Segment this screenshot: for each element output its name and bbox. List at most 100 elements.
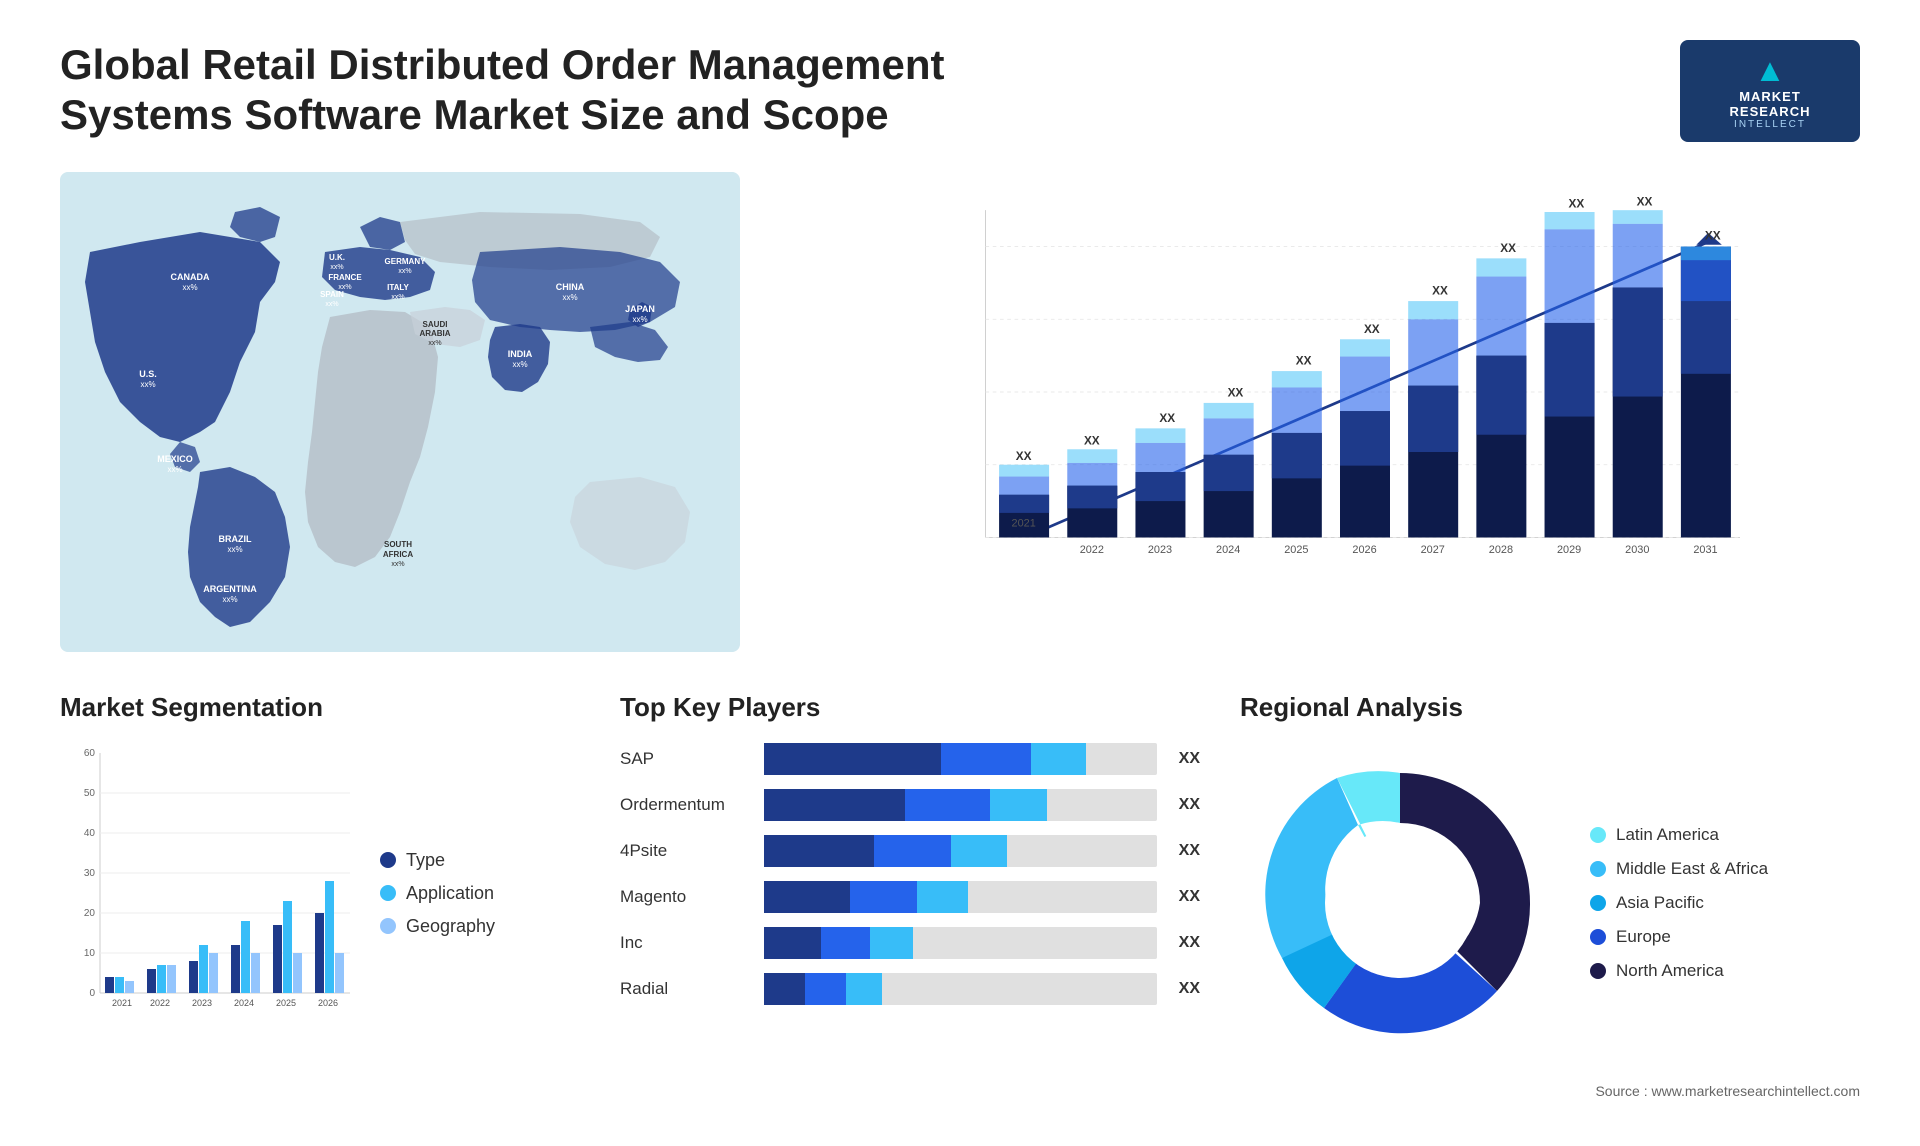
regional-legend-latin: Latin America <box>1590 825 1768 845</box>
svg-text:2021: 2021 <box>1012 518 1036 530</box>
player-value-sap: XX <box>1179 750 1200 768</box>
seg-chart-svg: 0 10 20 30 40 50 60 <box>60 743 360 1043</box>
player-value-radial: XX <box>1179 980 1200 998</box>
seg-chart: 0 10 20 30 40 50 60 <box>60 743 360 1043</box>
player-name-magento: Magento <box>620 887 750 907</box>
svg-text:BRAZIL: BRAZIL <box>219 534 252 544</box>
player-row-radial: Radial XX <box>620 973 1200 1005</box>
svg-text:2029: 2029 <box>1557 544 1581 556</box>
svg-text:xx%: xx% <box>227 545 242 554</box>
world-map-svg: U.S. xx% CANADA xx% MEXICO xx% BRAZIL xx… <box>60 172 740 652</box>
svg-text:30: 30 <box>84 868 96 879</box>
page-title: Global Retail Distributed Order Manageme… <box>60 40 960 141</box>
svg-text:xx%: xx% <box>398 268 411 275</box>
regional-label-na: North America <box>1616 961 1724 981</box>
svg-text:40: 40 <box>84 828 96 839</box>
svg-text:2025: 2025 <box>276 998 296 1008</box>
player-value-magento: XX <box>1179 888 1200 906</box>
player-bar-4psite <box>764 835 1157 867</box>
seg-legend: Type Application Geography <box>380 850 495 937</box>
player-bar-magento <box>764 881 1157 913</box>
legend-label-geo: Geography <box>406 916 495 937</box>
seg-inner: 0 10 20 30 40 50 60 <box>60 743 580 1043</box>
regional-dot-na <box>1590 963 1606 979</box>
svg-text:CANADA: CANADA <box>171 272 210 282</box>
regional-dot-europe <box>1590 929 1606 945</box>
svg-text:XX: XX <box>1016 449 1032 463</box>
player-bar-ordermentum <box>764 789 1157 821</box>
svg-text:XX: XX <box>1705 228 1721 242</box>
svg-text:XX: XX <box>1296 354 1312 368</box>
svg-text:xx%: xx% <box>140 380 155 389</box>
svg-text:xx%: xx% <box>330 264 343 271</box>
svg-text:10: 10 <box>84 948 96 959</box>
svg-text:MEXICO: MEXICO <box>157 454 193 464</box>
svg-text:2023: 2023 <box>1148 544 1172 556</box>
source-text: Source : www.marketresearchintellect.com <box>60 1083 1860 1099</box>
svg-text:2026: 2026 <box>1352 544 1376 556</box>
svg-text:2030: 2030 <box>1625 544 1649 556</box>
legend-item-geo: Geography <box>380 916 495 937</box>
svg-text:ARGENTINA: ARGENTINA <box>203 584 257 594</box>
svg-text:xx%: xx% <box>428 340 441 347</box>
svg-text:XX: XX <box>1364 322 1380 336</box>
legend-label-app: Application <box>406 883 494 904</box>
svg-text:ARABIA: ARABIA <box>419 329 450 338</box>
svg-text:U.K.: U.K. <box>329 253 345 262</box>
svg-text:U.S.: U.S. <box>139 369 157 379</box>
regional-label-mea: Middle East & Africa <box>1616 859 1768 879</box>
player-bar-radial <box>764 973 1157 1005</box>
regional-legend: Latin America Middle East & Africa Asia … <box>1590 825 1768 981</box>
svg-text:GERMANY: GERMANY <box>385 257 427 266</box>
svg-text:2023: 2023 <box>192 998 212 1008</box>
regional-legend-asia: Asia Pacific <box>1590 893 1768 913</box>
svg-text:xx%: xx% <box>325 301 338 308</box>
logo-m-letter: ▲ <box>1696 52 1844 89</box>
svg-text:2027: 2027 <box>1421 544 1445 556</box>
svg-text:XX: XX <box>1159 411 1175 425</box>
segmentation-title: Market Segmentation <box>60 692 580 723</box>
logo-line3: INTELLECT <box>1696 119 1844 130</box>
svg-text:2031: 2031 <box>1693 544 1717 556</box>
player-value-inc: XX <box>1179 934 1200 952</box>
players-container: Top Key Players SAP XX Ordermentum <box>620 692 1200 1019</box>
svg-text:60: 60 <box>84 748 96 759</box>
regional-container: Regional Analysis <box>1240 692 1860 1063</box>
regional-label-latin: Latin America <box>1616 825 1719 845</box>
player-row-sap: SAP XX <box>620 743 1200 775</box>
logo-line1: MARKET <box>1696 89 1844 104</box>
svg-text:2021: 2021 <box>112 998 132 1008</box>
segmentation-container: Market Segmentation 0 10 20 30 40 50 <box>60 692 580 1043</box>
player-name-ordermentum: Ordermentum <box>620 795 750 815</box>
top-section: U.S. xx% CANADA xx% MEXICO xx% BRAZIL xx… <box>60 172 1860 652</box>
player-bar-inc <box>764 927 1157 959</box>
regional-label-europe: Europe <box>1616 927 1671 947</box>
svg-text:xx%: xx% <box>222 595 237 604</box>
svg-text:xx%: xx% <box>562 293 577 302</box>
svg-text:xx%: xx% <box>391 561 404 568</box>
legend-dot-app <box>380 885 396 901</box>
regional-dot-asia <box>1590 895 1606 911</box>
players-title: Top Key Players <box>620 692 1200 723</box>
svg-text:SPAIN: SPAIN <box>320 290 344 299</box>
svg-text:XX: XX <box>1228 386 1244 400</box>
regional-dot-latin <box>1590 827 1606 843</box>
logo-area: ▲ MARKET RESEARCH INTELLECT <box>1680 40 1860 142</box>
svg-text:ITALY: ITALY <box>387 283 409 292</box>
svg-text:2024: 2024 <box>1216 544 1240 556</box>
player-bar-sap <box>764 743 1157 775</box>
legend-label-type: Type <box>406 850 445 871</box>
player-value-ordermentum: XX <box>1179 796 1200 814</box>
svg-text:xx%: xx% <box>182 283 197 292</box>
svg-text:SOUTH: SOUTH <box>384 540 412 549</box>
svg-text:xx%: xx% <box>512 360 527 369</box>
regional-inner: Latin America Middle East & Africa Asia … <box>1240 743 1860 1063</box>
svg-text:XX: XX <box>1568 196 1584 210</box>
svg-text:0: 0 <box>89 988 95 999</box>
bar-chart-svg: 2021 XX 2022 XX 2023 XX <box>840 192 1840 592</box>
legend-item-type: Type <box>380 850 495 871</box>
svg-text:2026: 2026 <box>318 998 338 1008</box>
player-value-4psite: XX <box>1179 842 1200 860</box>
page-container: Global Retail Distributed Order Manageme… <box>0 0 1920 1146</box>
svg-text:xx%: xx% <box>391 294 404 301</box>
